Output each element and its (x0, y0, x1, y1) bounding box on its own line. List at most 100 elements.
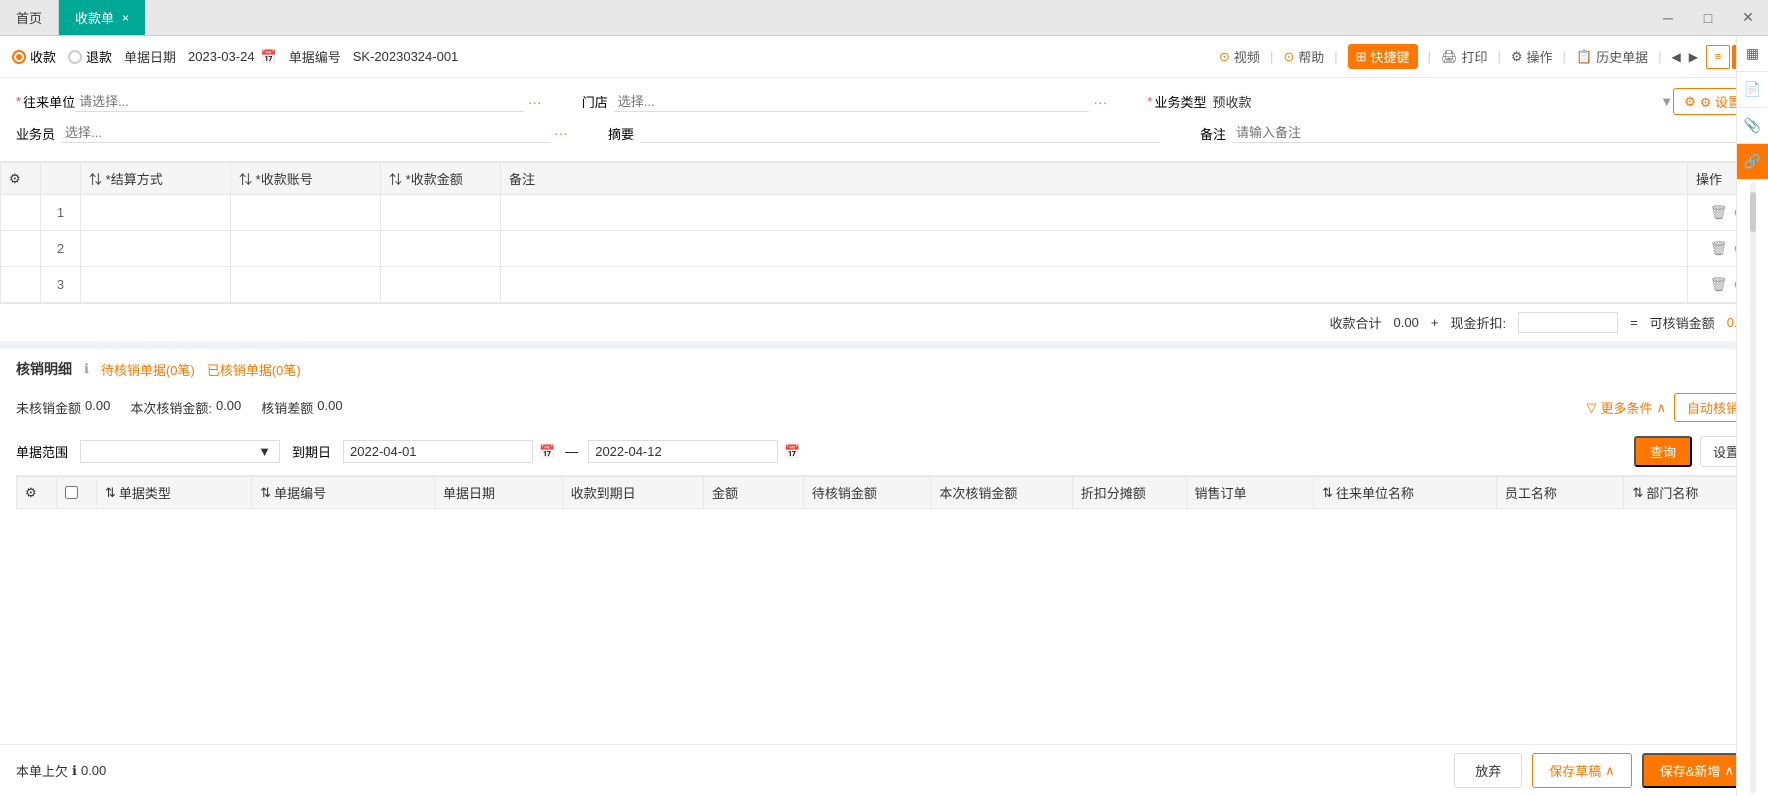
cash-discount-input[interactable] (1518, 312, 1618, 333)
range-field: 单据范围 ▼ (16, 440, 280, 463)
tab-active[interactable]: 收款单 × (59, 0, 145, 35)
row1-remark[interactable] (501, 195, 1688, 231)
row1-settle[interactable] (81, 195, 231, 231)
close-button[interactable]: ✕ (1728, 0, 1768, 36)
date-from-icon[interactable]: 📅 (539, 444, 555, 460)
done-tab-label: 已核销单据(0笔) (207, 360, 301, 379)
row1-delete-icon[interactable]: 🗑 (1710, 204, 1728, 221)
counterpart-input[interactable] (75, 92, 524, 112)
row3-account[interactable] (231, 267, 381, 303)
row2-amount[interactable] (381, 231, 501, 267)
right-toolbar: ⊙ 视频 | ⊙ 帮助 | ⊞ 快捷键 | 🖨 打印 | ⚙ 操作 (1219, 44, 1756, 69)
range-select[interactable]: ▼ (80, 440, 280, 463)
table-header-row: ⚙ ⇅ *结算方式 ⇅ *收款账号 ⇅ *收款金额 (1, 163, 1768, 195)
more-conditions-button[interactable]: ▽ 更多条件 ∧ (1586, 398, 1666, 417)
row3-amount[interactable] (381, 267, 501, 303)
staff-input[interactable] (61, 123, 550, 143)
col-action-label: 操作 (1696, 172, 1722, 187)
abandon-button[interactable]: 放弃 (1454, 753, 1522, 788)
date-to-input[interactable] (588, 440, 778, 463)
shortcut-label: 快捷键 (1371, 47, 1410, 66)
recon-info-icon[interactable]: ℹ (84, 361, 89, 377)
gear-icon2[interactable]: ⚙ (25, 485, 37, 501)
recon-th-docdate: 单据日期 (435, 477, 563, 508)
operation-button[interactable]: ⚙ 操作 (1511, 47, 1553, 66)
row2-num: 2 (41, 231, 81, 267)
shop-more-icon[interactable]: ··· (1093, 94, 1107, 110)
recon-stats: 未核销金额 0.00 本次核销金额: 0.00 核销差额 0.00 ▽ 更多条件… (16, 387, 1752, 428)
calendar-icon[interactable]: 📅 (261, 49, 277, 65)
operation-icon: ⚙ (1511, 49, 1523, 65)
radio-receive[interactable]: 收款 (12, 47, 56, 66)
row1-amount[interactable] (381, 195, 501, 231)
sort-icon-dept[interactable]: ⇅ (1632, 485, 1643, 501)
minimize-button[interactable]: ─ (1648, 0, 1688, 36)
sidebar-table-icon[interactable]: ▦ (1737, 36, 1768, 72)
list-view-icon[interactable]: ≡ (1706, 45, 1730, 69)
next-button[interactable]: ▶ (1689, 50, 1698, 64)
business-type-label: 业务类型 (1154, 92, 1206, 111)
draft-arrow-icon: ∧ (1605, 763, 1615, 779)
done-tab[interactable]: 已核销单据(0笔) (207, 360, 301, 379)
row2-delete-icon[interactable]: 🗑 (1710, 240, 1728, 257)
scrollbar-track[interactable] (1750, 182, 1756, 794)
row3-settle[interactable] (81, 267, 231, 303)
row2-account[interactable] (231, 231, 381, 267)
row2-remark[interactable] (501, 231, 1688, 267)
table-row: 1 🗑 ⊕ (1, 195, 1768, 231)
col-num-header (41, 163, 81, 195)
row1-account[interactable] (231, 195, 381, 231)
tab-close-icon[interactable]: × (122, 11, 129, 25)
col-gear-header[interactable]: ⚙ (1, 163, 41, 195)
sidebar-doc-icon[interactable]: 📄 (1737, 72, 1768, 108)
counterpart-more-icon[interactable]: ··· (528, 94, 542, 110)
remark-input[interactable] (1232, 123, 1752, 143)
business-type-dropdown[interactable]: ▼ (1660, 94, 1673, 109)
print-button[interactable]: 🖨 打印 (1441, 47, 1488, 66)
gear-icon[interactable]: ⚙ (9, 171, 21, 186)
query-label: 查询 (1650, 445, 1676, 460)
date-to-icon[interactable]: 📅 (784, 444, 800, 460)
sort-icon-type[interactable]: ⇅ (105, 485, 116, 501)
summary-label: 摘要 (608, 124, 634, 143)
sort-icon-docnum[interactable]: ⇅ (260, 485, 271, 501)
help-button[interactable]: ⊙ 帮助 (1283, 47, 1324, 66)
row3-delete-icon[interactable]: 🗑 (1710, 276, 1728, 293)
history-button[interactable]: 📋 历史单据 (1576, 47, 1648, 66)
summary-input[interactable] (640, 123, 1160, 143)
pending-tab[interactable]: 待核销单据(0笔) (101, 360, 195, 379)
row3-remark[interactable] (501, 267, 1688, 303)
save-new-label: 保存&新增 (1660, 761, 1721, 780)
sort-icon3[interactable]: ⇅ (389, 172, 402, 187)
sort-icon-counterpart[interactable]: ⇅ (1322, 485, 1333, 501)
maximize-button[interactable]: □ (1688, 0, 1728, 36)
sep1: | (1270, 49, 1273, 64)
save-draft-button[interactable]: 保存草稿 ∧ (1532, 753, 1632, 788)
video-button[interactable]: ⊙ 视频 (1219, 47, 1260, 66)
scrollbar-thumb[interactable] (1750, 192, 1756, 232)
auto-recon-label: 自动核销 (1687, 401, 1739, 416)
shop-input[interactable] (614, 92, 1090, 112)
info-icon[interactable]: ℹ (72, 763, 77, 779)
tab-home[interactable]: 首页 (0, 0, 59, 35)
recon-th-check[interactable] (57, 480, 97, 505)
date-from-input[interactable] (343, 440, 533, 463)
prev-button[interactable]: ◀ (1672, 50, 1681, 64)
staff-more-icon[interactable]: ··· (554, 125, 568, 141)
select-all-checkbox[interactable] (65, 486, 78, 499)
row2-settle[interactable] (81, 231, 231, 267)
radio-refund[interactable]: 退款 (68, 47, 112, 66)
right-filter-area: ▽ 更多条件 ∧ 自动核销 (1586, 393, 1752, 422)
sidebar-clip-icon[interactable]: 📎 (1737, 108, 1768, 144)
diff-val: 0.00 (317, 398, 342, 417)
recon-th-pending: 待核销金额 (804, 477, 932, 508)
th-this-recon-label: 本次核销金额 (939, 483, 1017, 502)
table-row: 2 🗑 ⊕ (1, 231, 1768, 267)
col-settle-header: ⇅ *结算方式 (81, 163, 231, 195)
th-duedate-label: 收款到期日 (571, 483, 636, 502)
sidebar-link-icon[interactable]: 🔗 (1737, 144, 1768, 180)
sort-icon2[interactable]: ⇅ (239, 172, 252, 187)
sort-icon[interactable]: ⇅ (89, 172, 102, 187)
query-button[interactable]: 查询 (1634, 436, 1692, 467)
shortcut-button[interactable]: ⊞ 快捷键 (1348, 44, 1418, 69)
